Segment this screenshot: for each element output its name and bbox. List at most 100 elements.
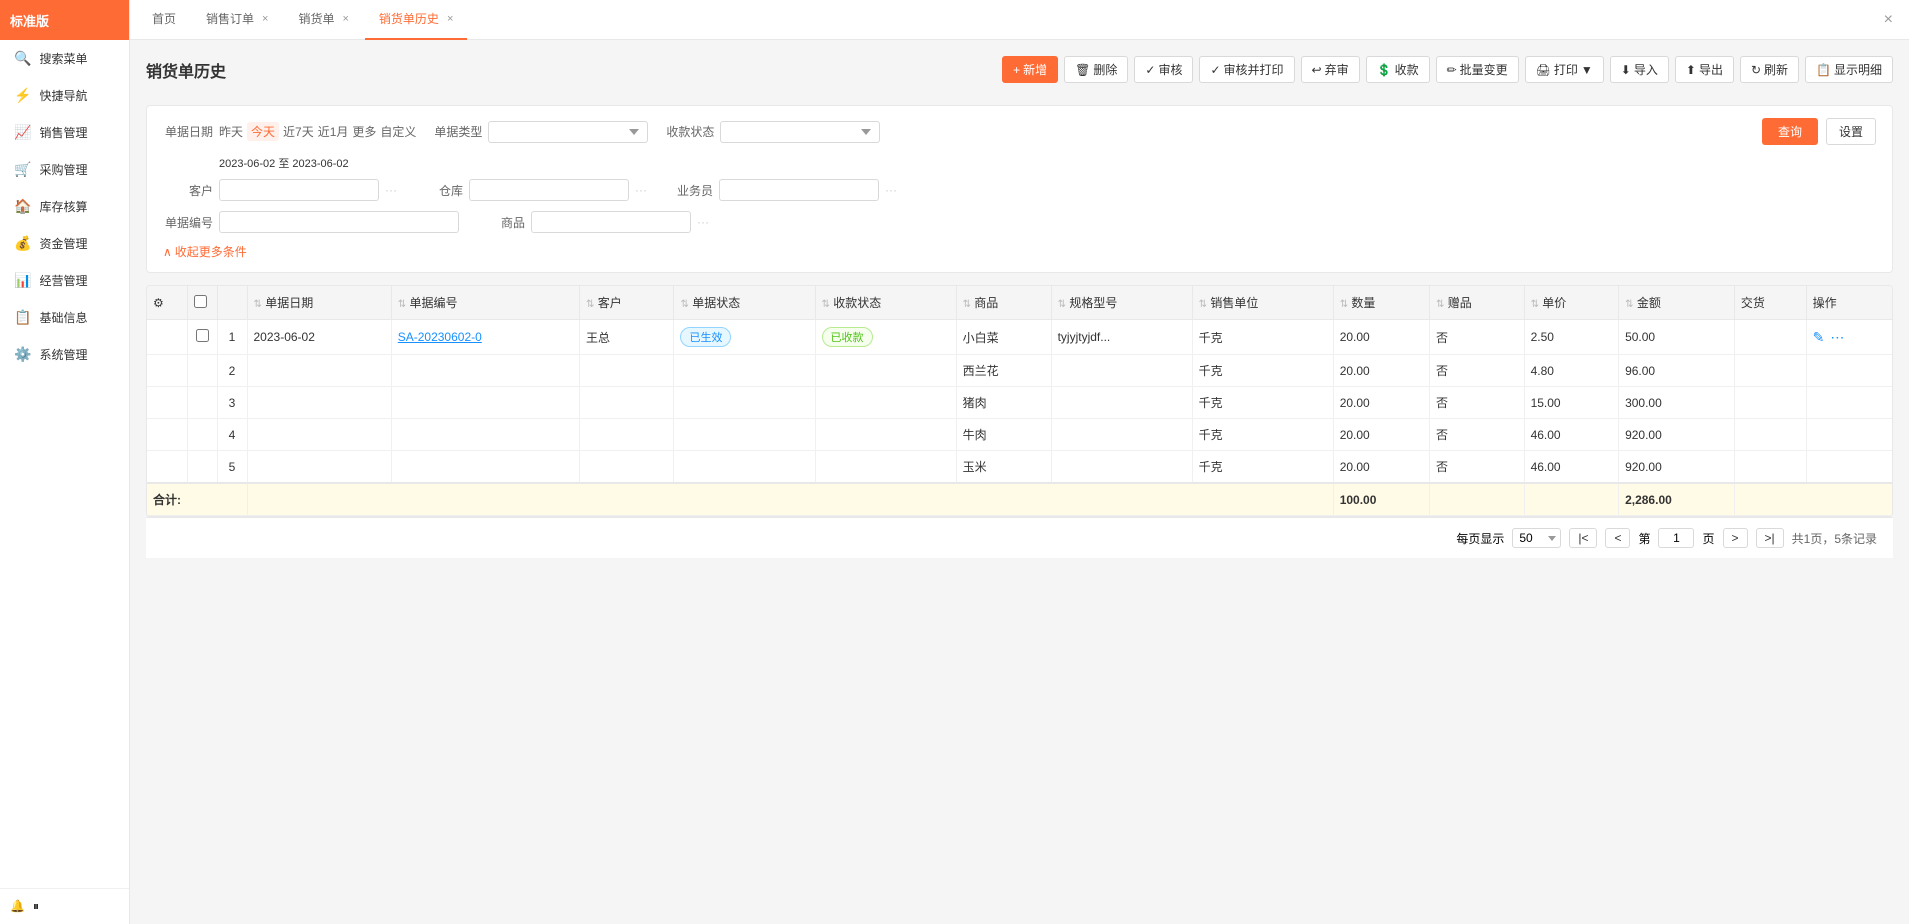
approve-label: 审核	[1158, 61, 1182, 78]
th-spec[interactable]: ⇅ 规格型号	[1051, 286, 1192, 320]
customer-dots[interactable]: ···	[385, 183, 397, 197]
export-button[interactable]: ⬆ 导出	[1675, 56, 1734, 83]
goods-input[interactable]	[531, 211, 691, 233]
th-qty[interactable]: ⇅ 数量	[1333, 286, 1429, 320]
th-collect-status[interactable]: ⇅ 收款状态	[815, 286, 956, 320]
shortcut-yesterday[interactable]: 昨天	[219, 123, 243, 140]
th-goods[interactable]: ⇅ 商品	[956, 286, 1051, 320]
shortcut-7days[interactable]: 近7天	[283, 123, 314, 140]
th-action: 操作	[1806, 286, 1892, 320]
tab-sales-goods-history[interactable]: 销货单历史 ×	[365, 0, 467, 40]
sidebar-item-finance-mgmt[interactable]: 💰 资金管理	[0, 225, 129, 262]
new-button[interactable]: + 新增	[1002, 56, 1058, 83]
doc-type-select[interactable]	[488, 121, 648, 143]
warehouse-dots[interactable]: ···	[635, 183, 647, 197]
td-unit-price: 4.80	[1524, 355, 1619, 387]
edit-icon[interactable]: ✎	[1813, 329, 1825, 346]
th-checkbox[interactable]	[187, 286, 217, 320]
th-unit-price-sort: ⇅	[1531, 299, 1539, 310]
print-button[interactable]: 🖨 打印 ▼	[1525, 56, 1604, 83]
abandon-button[interactable]: ↩ 弃审	[1301, 56, 1360, 83]
table-row: 1 2023-06-02 SA-20230602-0 王总 已生效 已收款 小白…	[147, 320, 1892, 355]
shortcut-1month[interactable]: 近1月	[318, 123, 349, 140]
sidebar-item-system-mgmt[interactable]: ⚙️ 系统管理	[0, 336, 129, 373]
row-checkbox[interactable]	[196, 329, 209, 342]
first-page-button[interactable]: |<	[1569, 528, 1597, 548]
th-doc-no[interactable]: ⇅ 单据编号	[391, 286, 579, 320]
last-page-button[interactable]: >|	[1756, 528, 1784, 548]
td-unit-price: 46.00	[1524, 451, 1619, 484]
approve-button[interactable]: ✓ 审核	[1134, 56, 1193, 83]
sidebar-item-label: 搜索菜单	[39, 50, 87, 67]
filter-goods: 商品 ···	[475, 211, 709, 233]
tab-sales-goods-close[interactable]: ×	[342, 13, 348, 25]
staff-input[interactable]	[719, 179, 879, 201]
sidebar-item-ops-mgmt[interactable]: 📊 经营管理	[0, 262, 129, 299]
td-gift: 否	[1430, 320, 1525, 355]
td-checkbox[interactable]	[187, 320, 217, 355]
sidebar-item-search-menu[interactable]: 🔍 搜索菜单	[0, 40, 129, 77]
page-size-select[interactable]: 50 20 100	[1512, 528, 1561, 548]
delete-button[interactable]: 🗑 删除	[1064, 56, 1128, 83]
more-icon[interactable]: ⋯	[1830, 329, 1844, 346]
goods-dots[interactable]: ···	[697, 215, 709, 229]
td-doc-no[interactable]: SA-20230602-0	[391, 320, 579, 355]
export-icon: ⬆	[1686, 63, 1696, 77]
customer-input[interactable]	[219, 179, 379, 201]
tab-sales-goods[interactable]: 销货单 ×	[284, 0, 362, 40]
collect-status-select[interactable]	[720, 121, 880, 143]
filter-collect-status: 收款状态	[664, 121, 880, 143]
sidebar-bottom-icon1[interactable]: 🔔	[10, 899, 25, 914]
sidebar-item-inventory-calc[interactable]: 🏠 库存核算	[0, 188, 129, 225]
customer-label: 客户	[163, 182, 213, 199]
th-customer[interactable]: ⇅ 客户	[579, 286, 674, 320]
warehouse-input[interactable]	[469, 179, 629, 201]
import-button[interactable]: ⬇ 导入	[1610, 56, 1669, 83]
print-icon: 🖨	[1536, 63, 1551, 77]
tab-bar-close[interactable]: ×	[1876, 11, 1901, 29]
next-page-button[interactable]: >	[1723, 528, 1748, 548]
doc-no-link[interactable]: SA-20230602-0	[398, 330, 482, 344]
sidebar: 标准版 🔍 搜索菜单 ⚡ 快捷导航 📈 销售管理 🛒 采购管理 🏠 库存核算 💰…	[0, 0, 130, 924]
table-row: 3 猪肉 千克 20.00 否 15.00 300.00	[147, 387, 1892, 419]
tab-sales-order-close[interactable]: ×	[262, 13, 268, 25]
shortcut-today[interactable]: 今天	[247, 122, 279, 141]
th-doc-status[interactable]: ⇅ 单据状态	[674, 286, 815, 320]
refresh-button[interactable]: ↻ 刷新	[1740, 56, 1799, 83]
shortcut-custom[interactable]: 自定义	[380, 123, 416, 140]
filter-doc-no: 单据编号	[163, 211, 459, 233]
th-unit-price[interactable]: ⇅ 单价	[1524, 286, 1619, 320]
sidebar-item-label: 快捷导航	[39, 87, 87, 104]
sidebar-item-quick-nav[interactable]: ⚡ 快捷导航	[0, 77, 129, 114]
th-transaction[interactable]: 交货	[1734, 286, 1806, 320]
td-qty: 20.00	[1333, 419, 1429, 451]
shortcut-more[interactable]: 更多	[352, 123, 376, 140]
th-doc-date[interactable]: ⇅ 单据日期	[247, 286, 391, 320]
td-gift: 否	[1430, 419, 1525, 451]
query-button[interactable]: 查询	[1762, 118, 1818, 145]
prev-page-button[interactable]: <	[1605, 528, 1630, 548]
staff-dots[interactable]: ···	[885, 183, 897, 197]
th-unit[interactable]: ⇅ 销售单位	[1192, 286, 1333, 320]
select-all-checkbox[interactable]	[194, 295, 207, 308]
setting-button[interactable]: 设置	[1826, 118, 1876, 145]
tab-sales-order[interactable]: 销售订单 ×	[192, 0, 282, 40]
collect-button[interactable]: 💲 收款	[1366, 56, 1430, 83]
approve-print-button[interactable]: ✓ 审核并打印	[1199, 56, 1294, 83]
sidebar-item-basic-info[interactable]: 📋 基础信息	[0, 299, 129, 336]
th-gift[interactable]: ⇅ 赠品	[1430, 286, 1525, 320]
collapse-button[interactable]: ∧ 收起更多条件	[163, 243, 1876, 260]
th-amount[interactable]: ⇅ 金额	[1619, 286, 1735, 320]
tab-sales-goods-history-close[interactable]: ×	[447, 13, 453, 25]
sidebar-item-sales-mgmt[interactable]: 📈 销售管理	[0, 114, 129, 151]
sidebar-item-purchase-mgmt[interactable]: 🛒 采购管理	[0, 151, 129, 188]
th-settings[interactable]: ⚙	[147, 286, 187, 320]
sidebar-bottom-icon2[interactable]: ⏸	[33, 899, 39, 914]
show-detail-button[interactable]: 📋 显示明细	[1805, 56, 1893, 83]
date-shortcuts: 昨天 今天 近7天 近1月 更多 自定义	[219, 122, 416, 141]
td-amount: 50.00	[1619, 320, 1735, 355]
page-number-input[interactable]	[1658, 528, 1694, 548]
batch-change-button[interactable]: ✏ 批量变更	[1436, 56, 1519, 83]
tab-home[interactable]: 首页	[138, 0, 190, 40]
doc-no-input[interactable]	[219, 211, 459, 233]
